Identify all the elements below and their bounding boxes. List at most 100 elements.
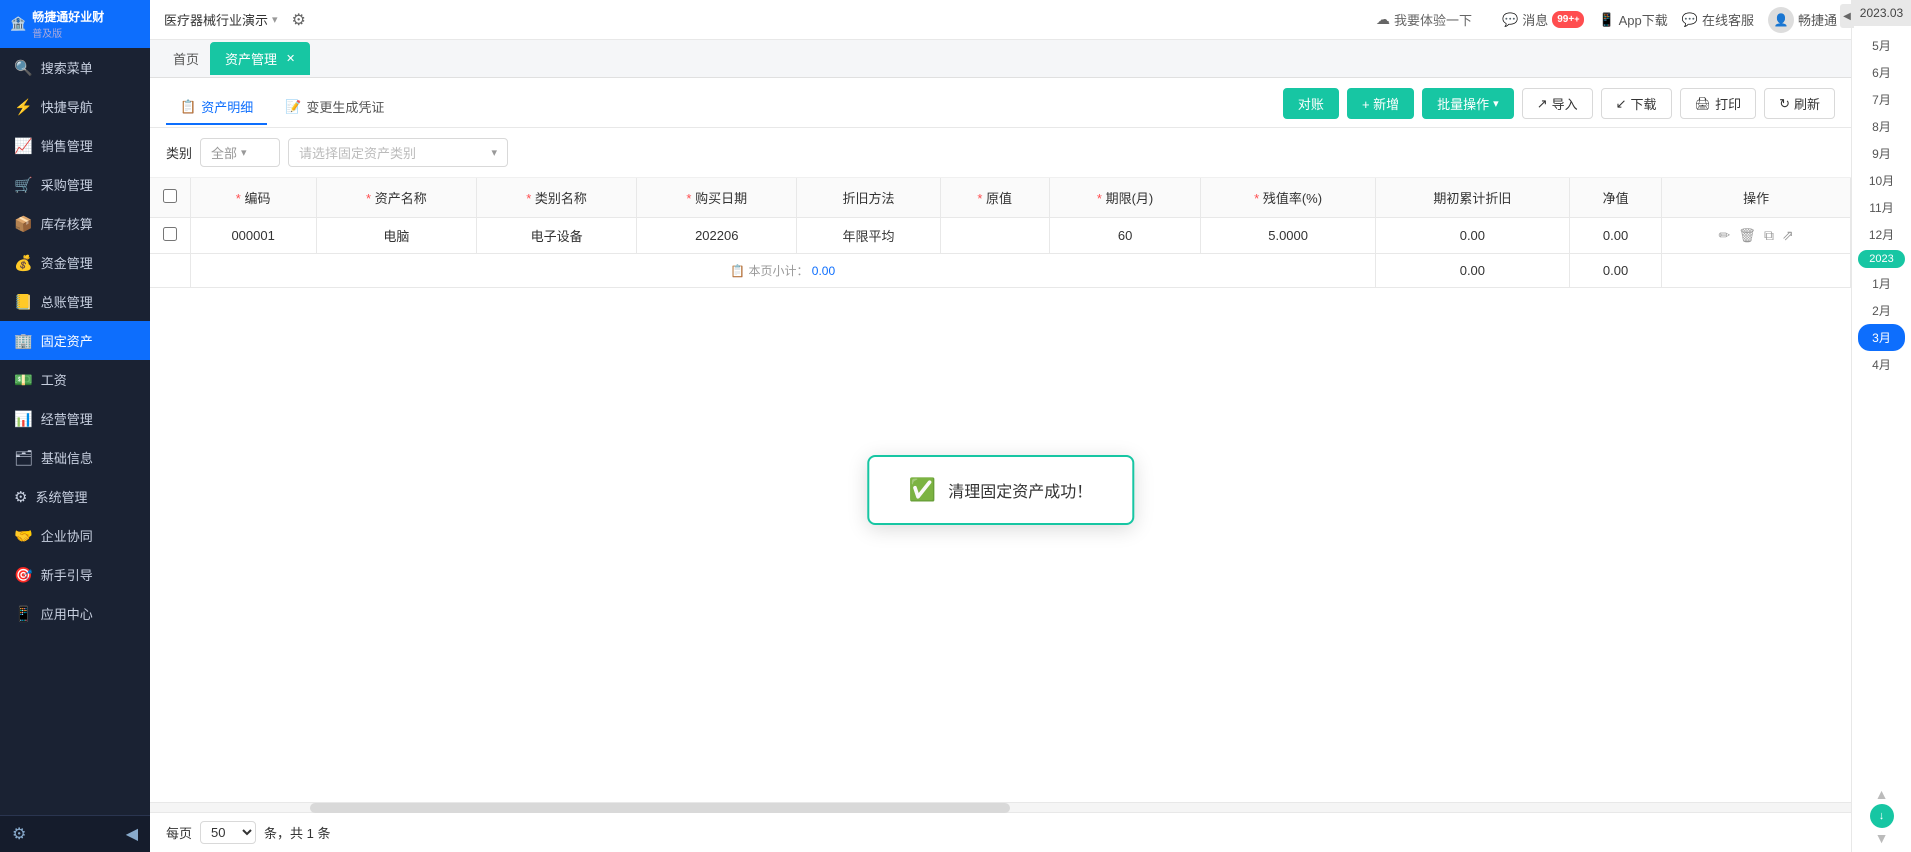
month-2[interactable]: 2月 <box>1852 297 1911 324</box>
sidebar-settings-icon[interactable]: ⚙ <box>12 824 26 844</box>
company-name: 医疗器械行业演示 <box>164 10 268 29</box>
month-3-active[interactable]: 3月 <box>1858 324 1905 351</box>
sidebar-scroll: 🔍 搜索菜单 ⚡ 快捷导航 📈 销售管理 🛒 采购管理 📦 库存核算 💰 资金管… <box>0 48 150 815</box>
select-all-checkbox[interactable] <box>163 189 177 203</box>
filter-left: 类别 全部 ▾ 请选择固定资产类别 ▾ <box>166 138 1835 167</box>
total-label: 条，共 1 条 <box>264 823 330 842</box>
user-item[interactable]: 👤 畅捷通 <box>1768 7 1837 33</box>
month-7[interactable]: 7月 <box>1852 86 1911 113</box>
batch-button[interactable]: 批量操作 ▾ <box>1422 88 1514 119</box>
current-year-label: 2023 <box>1858 250 1905 268</box>
toast-message: 清理固定资产成功！ <box>948 478 1092 502</box>
sidebar-item-guide[interactable]: 🎯 新手引导 <box>0 555 150 594</box>
sidebar-item-apps[interactable]: 📱 应用中心 <box>0 594 150 633</box>
category-select-value: 全部 <box>211 143 237 162</box>
tab-home[interactable]: 首页 <box>162 42 210 75</box>
sidebar-item-fixed-assets[interactable]: 🏢 固定资产 <box>0 321 150 360</box>
action-icons: ✏ 🗑 ⧉ ⇗ <box>1672 227 1840 244</box>
panel-toggle-icon: ◀ <box>1843 11 1851 22</box>
import-button[interactable]: ↗ 导入 <box>1522 88 1593 119</box>
sidebar-item-label: 销售管理 <box>41 136 93 155</box>
refresh-button[interactable]: ↻ 刷新 <box>1764 88 1835 119</box>
horizontal-scrollbar[interactable] <box>150 802 1851 812</box>
download-button[interactable]: ↙ 下载 <box>1601 88 1672 119</box>
category-type-input[interactable]: 请选择固定资产类别 ▾ <box>288 138 508 167</box>
sidebar-item-label: 企业协同 <box>41 526 93 545</box>
panel-chevron-up[interactable]: ▲ <box>1875 786 1889 802</box>
download-label: App下载 <box>1619 10 1668 29</box>
sub-tab-voucher[interactable]: 📝 变更生成凭证 <box>271 90 398 125</box>
per-page-select[interactable]: 50 100 200 <box>200 821 256 844</box>
month-9[interactable]: 9月 <box>1852 140 1911 167</box>
print-button[interactable]: 🖨 打印 <box>1680 88 1757 119</box>
new-button[interactable]: + 新增 <box>1347 88 1414 119</box>
sidebar-item-inventory[interactable]: 📦 库存核算 <box>0 204 150 243</box>
month-10[interactable]: 10月 <box>1852 167 1911 194</box>
toast-icon: ✅ <box>909 477 936 503</box>
tab-close-icon[interactable]: ✕ <box>286 52 295 65</box>
guide-icon: 🎯 <box>14 566 33 584</box>
support-item[interactable]: 💬 在线客服 <box>1682 10 1754 29</box>
sidebar-item-search[interactable]: 🔍 搜索菜单 <box>0 48 150 87</box>
subtotal-label: 本页小计： <box>748 264 808 278</box>
reconcile-button[interactable]: 对账 <box>1283 88 1339 119</box>
per-page-label: 每页 <box>166 823 192 842</box>
tab-asset-management[interactable]: 资产管理 ✕ <box>210 42 310 75</box>
topbar-settings-icon[interactable]: ⚙ <box>292 10 306 30</box>
sidebar-item-quick-nav[interactable]: ⚡ 快捷导航 <box>0 87 150 126</box>
sidebar-item-purchase[interactable]: 🛒 采购管理 <box>0 165 150 204</box>
category-select[interactable]: 全部 ▾ <box>200 138 280 167</box>
scrollbar-thumb[interactable] <box>310 803 1010 813</box>
th-net-value: 净值 <box>1569 178 1661 218</box>
month-12[interactable]: 12月 <box>1852 221 1911 248</box>
download-item[interactable]: 📱 App下载 <box>1598 10 1667 29</box>
sidebar-item-label: 快捷导航 <box>41 97 93 116</box>
topbar-experience[interactable]: ☁ 我要体验一下 <box>1376 10 1472 29</box>
sidebar-item-ledger[interactable]: 📒 总账管理 <box>0 282 150 321</box>
sidebar-item-enterprise[interactable]: 🤝 企业协同 <box>0 516 150 555</box>
topbar-company[interactable]: 医疗器械行业演示 ▾ <box>164 10 278 29</box>
table-row: 000001 电脑 电子设备 202206 年限平均 60 5.0000 0.0… <box>150 218 1851 254</box>
right-panel-header: 2023.03 <box>1852 0 1911 26</box>
month-8[interactable]: 8月 <box>1852 113 1911 140</box>
month-4[interactable]: 4月 <box>1852 351 1911 378</box>
sub-tab-asset-detail[interactable]: 📋 资产明细 <box>166 90 267 125</box>
month-11[interactable]: 11月 <box>1852 194 1911 221</box>
sidebar-item-label: 系统管理 <box>35 487 87 506</box>
row-purchase-date: 202206 <box>637 218 797 254</box>
sidebar-collapse-icon[interactable]: ◀ <box>126 824 138 844</box>
notifications-item[interactable]: 💬 消息 99++ <box>1502 10 1584 29</box>
copy-icon[interactable]: ⧉ <box>1764 227 1774 244</box>
sidebar-item-label: 采购管理 <box>41 175 93 194</box>
toast-overlay: ✅ 清理固定资产成功！ <box>867 455 1134 525</box>
table-header: * 编码 * 资产名称 * 类别名称 * 购买日期 折旧方法 * 原值 * 期限… <box>150 178 1851 218</box>
table-body: 000001 电脑 电子设备 202206 年限平均 60 5.0000 0.0… <box>150 218 1851 288</box>
app-logo-icon: 🏦 <box>10 16 26 32</box>
sidebar-item-basic-info[interactable]: 🗂 基础信息 <box>0 438 150 477</box>
notifications-badge: 99++ <box>1552 11 1584 28</box>
panel-chevron-down[interactable]: ▼ <box>1875 830 1889 846</box>
month-1[interactable]: 1月 <box>1852 270 1911 297</box>
subtotal-net: 0.00 <box>1569 254 1661 288</box>
month-5[interactable]: 5月 <box>1852 32 1911 59</box>
subtotal-accumulated: 0.00 <box>1375 254 1569 288</box>
sidebar-header: 🏦 畅捷通好业财 普及版 <box>0 0 150 48</box>
download-icon: 📱 <box>1598 12 1614 28</box>
notification-icon: 💬 <box>1502 12 1518 28</box>
edit-icon[interactable]: ✏ <box>1718 227 1730 244</box>
month-6[interactable]: 6月 <box>1852 59 1911 86</box>
row-code: 000001 <box>190 218 316 254</box>
right-panel-toggle[interactable]: ◀ <box>1840 4 1854 28</box>
row-checkbox[interactable] <box>163 227 177 241</box>
sidebar-item-finance[interactable]: 💰 资金管理 <box>0 243 150 282</box>
sidebar-item-sales[interactable]: 📈 销售管理 <box>0 126 150 165</box>
company-chevron-icon: ▾ <box>272 13 278 26</box>
more-icon[interactable]: ⇗ <box>1782 227 1794 244</box>
sidebar-item-payroll[interactable]: 💵 工资 <box>0 360 150 399</box>
experience-label: 我要体验一下 <box>1394 10 1472 29</box>
subtotal-label-cell: 📋 本页小计： 0.00 <box>190 254 1375 288</box>
subtotal-checkbox-cell <box>150 254 190 288</box>
sidebar-item-operations[interactable]: 📊 经营管理 <box>0 399 150 438</box>
delete-icon[interactable]: 🗑 <box>1738 227 1756 244</box>
sidebar-item-system[interactable]: ⚙ 系统管理 <box>0 477 150 516</box>
